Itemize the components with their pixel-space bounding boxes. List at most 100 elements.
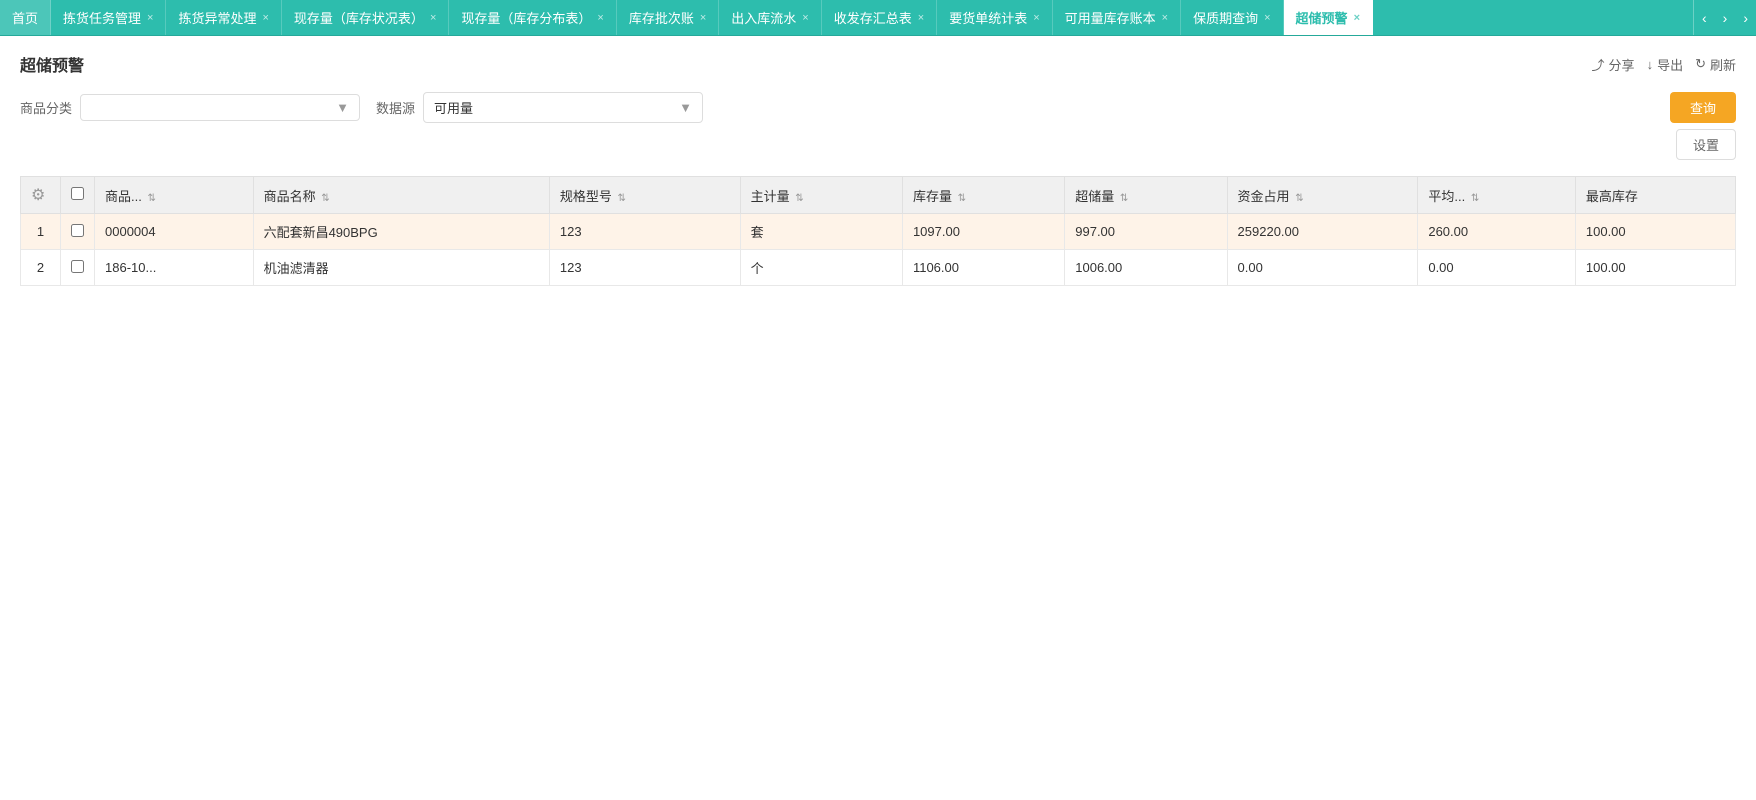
row-select-1[interactable]	[71, 224, 84, 237]
col-label-stock: 库存量	[913, 189, 952, 204]
nav-close-task[interactable]: ×	[147, 12, 153, 24]
table-header-overstock[interactable]: 超储量 ⇅	[1065, 177, 1227, 214]
page-header: 超储预警 ⤴ 分享 ↓ 导出 ↻ 刷新	[20, 52, 1736, 76]
table-header-code[interactable]: 商品... ⇅	[95, 177, 254, 214]
row-overstock-2: 1006.00	[1065, 250, 1227, 286]
sort-icon-overstock: ⇅	[1120, 193, 1128, 204]
refresh-icon: ↻	[1695, 56, 1706, 72]
row-checkbox-2	[61, 250, 95, 286]
nav-label-summary: 收发存汇总表	[834, 8, 912, 27]
row-overstock-1: 997.00	[1065, 214, 1227, 250]
nav-item-stock-status[interactable]: 现存量（库存状况表） ×	[282, 0, 449, 35]
main-content: 超储预警 ⤴ 分享 ↓ 导出 ↻ 刷新 商品分类 ▼	[0, 36, 1756, 800]
table-header-avg[interactable]: 平均... ⇅	[1418, 177, 1576, 214]
data-table: ⚙ 商品... ⇅ 商品名称 ⇅ 规格型号 ⇅ 主计量	[20, 176, 1736, 286]
row-name-2: 机油滤清器	[253, 250, 549, 286]
nav-label-stock-status: 现存量（库存状况表）	[294, 8, 424, 27]
row-avg-2: 0.00	[1418, 250, 1576, 286]
nav-item-order-stat[interactable]: 要货单统计表 ×	[937, 0, 1052, 35]
row-index-2: 2	[21, 250, 61, 286]
nav-close-expiry[interactable]: ×	[1264, 12, 1270, 24]
datasource-select[interactable]: 可用量 ▼	[423, 92, 703, 123]
nav-item-task[interactable]: 拣货任务管理 ×	[51, 0, 166, 35]
sort-icon-avg: ⇅	[1471, 193, 1479, 204]
table-row: 2 186-10... 机油滤清器 123 个 1106.00 1006.00 …	[21, 250, 1736, 286]
nav-item-exception[interactable]: 拣货异常处理 ×	[166, 0, 281, 35]
row-stock-1: 1097.00	[902, 214, 1064, 250]
query-button[interactable]: 查询	[1670, 92, 1736, 123]
row-code-1: 0000004	[95, 214, 254, 250]
filter-actions: 查询 设置	[1668, 92, 1736, 160]
col-label-overstock: 超储量	[1075, 189, 1114, 204]
nav-close-exception[interactable]: ×	[262, 12, 268, 24]
nav-close-order-stat[interactable]: ×	[1033, 12, 1039, 24]
chevron-down-icon: ▼	[336, 100, 349, 115]
row-code-2: 186-10...	[95, 250, 254, 286]
table-header-max-stock[interactable]: 最高库存	[1575, 177, 1735, 214]
category-filter-group: 商品分类 ▼	[20, 94, 360, 121]
nav-item-expiry[interactable]: 保质期查询 ×	[1181, 0, 1283, 35]
row-unit-2: 个	[740, 250, 902, 286]
gear-icon[interactable]: ⚙	[31, 187, 45, 204]
export-button[interactable]: ↓ 导出	[1647, 55, 1684, 74]
nav-label-stock-dist: 现存量（库存分布表）	[461, 8, 591, 27]
nav-label-home: 首页	[12, 8, 38, 27]
filter-container: 商品分类 ▼ 数据源 可用量 ▼ 查询 设置	[20, 92, 1736, 160]
table-header-stock[interactable]: 库存量 ⇅	[902, 177, 1064, 214]
nav-next-button[interactable]: ›	[1715, 0, 1736, 36]
row-avg-1: 260.00	[1418, 214, 1576, 250]
nav-label-exception: 拣货异常处理	[178, 8, 256, 27]
row-name-1: 六配套新昌490BPG	[253, 214, 549, 250]
datasource-filter-group: 数据源 可用量 ▼	[376, 92, 703, 123]
nav-close-overstock[interactable]: ×	[1354, 12, 1360, 24]
filter-groups: 商品分类 ▼ 数据源 可用量 ▼	[20, 92, 1668, 123]
datasource-value: 可用量	[434, 98, 473, 117]
category-label: 商品分类	[20, 98, 72, 117]
row-stock-2: 1106.00	[902, 250, 1064, 286]
nav-item-overstock[interactable]: 超储预警 ×	[1284, 0, 1373, 35]
sort-icon-spec: ⇅	[618, 193, 626, 204]
sort-icon-capital: ⇅	[1295, 193, 1303, 204]
nav-close-stock-status[interactable]: ×	[430, 12, 436, 24]
row-checkbox-1	[61, 214, 95, 250]
table-header-capital[interactable]: 资金占用 ⇅	[1227, 177, 1418, 214]
table-row: 1 0000004 六配套新昌490BPG 123 套 1097.00 997.…	[21, 214, 1736, 250]
page-title: 超储预警	[20, 52, 84, 76]
table-header-unit[interactable]: 主计量 ⇅	[740, 177, 902, 214]
nav-item-flow[interactable]: 出入库流水 ×	[719, 0, 821, 35]
settings-button[interactable]: 设置	[1676, 129, 1736, 160]
nav-item-available[interactable]: 可用量库存账本 ×	[1053, 0, 1181, 35]
nav-label-expiry: 保质期查询	[1193, 8, 1258, 27]
row-select-2[interactable]	[71, 260, 84, 273]
nav-close-stock-dist[interactable]: ×	[597, 12, 603, 24]
nav-close-flow[interactable]: ×	[802, 12, 808, 24]
nav-close-batch[interactable]: ×	[700, 12, 706, 24]
nav-close-summary[interactable]: ×	[918, 12, 924, 24]
col-label-avg: 平均...	[1428, 189, 1465, 204]
col-label-max-stock: 最高库存	[1586, 189, 1638, 204]
nav-item-batch[interactable]: 库存批次账 ×	[617, 0, 719, 35]
table-header-spec[interactable]: 规格型号 ⇅	[549, 177, 740, 214]
nav-label-order-stat: 要货单统计表	[949, 8, 1027, 27]
nav-close-available[interactable]: ×	[1162, 12, 1168, 24]
category-select[interactable]: ▼	[80, 94, 360, 121]
nav-item-stock-dist[interactable]: 现存量（库存分布表） ×	[449, 0, 616, 35]
select-all-checkbox[interactable]	[71, 187, 84, 200]
nav-item-home[interactable]: 首页	[0, 0, 51, 35]
nav-prev-button[interactable]: ‹	[1694, 0, 1715, 36]
refresh-button[interactable]: ↻ 刷新	[1695, 55, 1736, 74]
sort-icon-code: ⇅	[147, 193, 155, 204]
row-max-stock-2: 100.00	[1575, 250, 1735, 286]
sort-icon-name: ⇅	[321, 193, 329, 204]
nav-item-summary[interactable]: 收发存汇总表 ×	[822, 0, 937, 35]
nav-label-batch: 库存批次账	[629, 8, 694, 27]
header-actions: ⤴ 分享 ↓ 导出 ↻ 刷新	[1592, 55, 1736, 74]
row-spec-2: 123	[549, 250, 740, 286]
row-capital-2: 0.00	[1227, 250, 1418, 286]
nav-label-overstock: 超储预警	[1296, 8, 1348, 27]
nav-more-button[interactable]: ›	[1735, 0, 1756, 36]
sort-icon-stock: ⇅	[958, 193, 966, 204]
table-header-name[interactable]: 商品名称 ⇅	[253, 177, 549, 214]
row-index-1: 1	[21, 214, 61, 250]
share-button[interactable]: ⤴ 分享	[1592, 55, 1635, 74]
